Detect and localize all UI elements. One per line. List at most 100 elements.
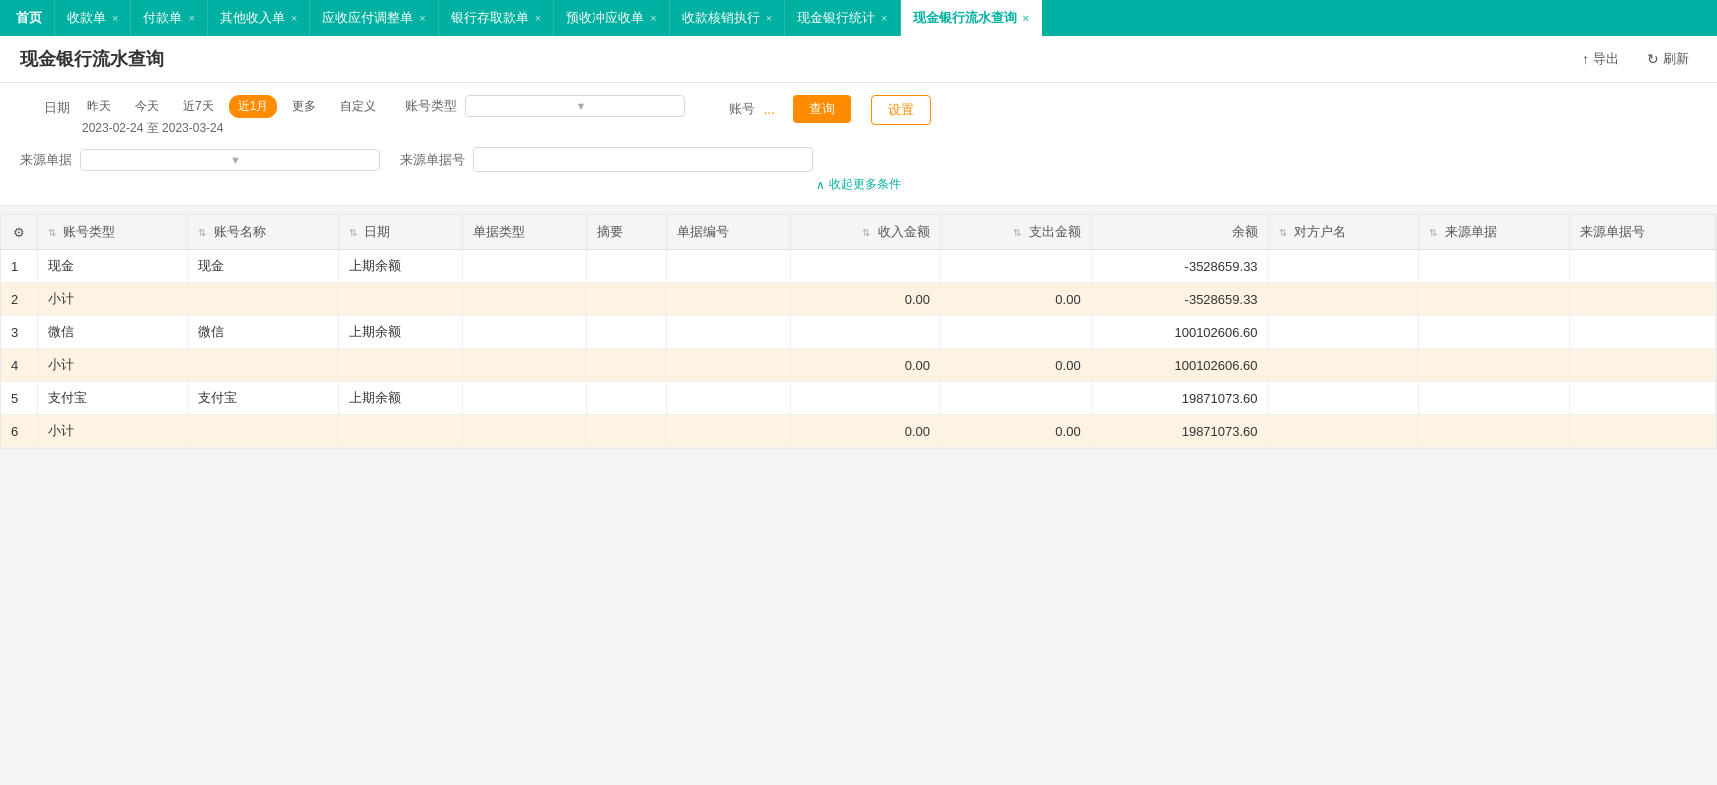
col-account-type[interactable]: ⇅ 账号类型 (37, 215, 188, 250)
cell-source-doc-no (1569, 415, 1715, 448)
data-table: ⚙ ⇅ 账号类型 ⇅ 账号名称 ⇅ 日期 单据类型 摘要 (1, 215, 1716, 448)
cell-income: 0.00 (790, 349, 941, 382)
nav-tab-writeoff-close[interactable]: × (766, 12, 772, 24)
sort-arrows-expense: ⇅ (1013, 227, 1021, 238)
nav-tab-receipt-close[interactable]: × (112, 12, 118, 24)
top-navigation: 首页 收款单 × 付款单 × 其他收入单 × 应收应付调整单 × 银行存取款单 … (0, 0, 1717, 36)
account-type-select[interactable]: ▼ (465, 95, 685, 117)
account-ellipsis-button[interactable]: ... (763, 101, 775, 117)
nav-tab-flow-query[interactable]: 现金银行流水查询 × (901, 0, 1042, 36)
collapse-bar[interactable]: ∧ 收起更多条件 (20, 172, 1697, 193)
col-income-label: 收入金额 (878, 224, 930, 239)
col-source-doc-label: 来源单据 (1445, 224, 1497, 239)
date-btn-more[interactable]: 更多 (283, 95, 325, 118)
nav-tab-other-income-label: 其他收入单 (220, 9, 285, 27)
nav-tab-bank-deposit-label: 银行存取款单 (451, 9, 529, 27)
cell-summary (586, 316, 666, 349)
table-row[interactable]: 1 现金 现金 上期余额 -3528659.33 (1, 250, 1716, 283)
source-doc-select[interactable]: ▼ (80, 149, 380, 171)
date-btn-custom[interactable]: 自定义 (331, 95, 385, 118)
cell-account-name (188, 283, 339, 316)
cell-date: 上期余额 (338, 382, 462, 415)
cell-account-name (188, 349, 339, 382)
refresh-button[interactable]: ↻ 刷新 (1639, 46, 1697, 72)
account-type-label: 账号类型 (405, 97, 457, 115)
cell-row-num: 1 (1, 250, 37, 283)
nav-tab-statistics[interactable]: 现金银行统计 × (785, 0, 900, 36)
export-icon: ↑ (1582, 51, 1589, 67)
cell-summary (586, 415, 666, 448)
cell-income: 0.00 (790, 415, 941, 448)
sort-arrows-account-type: ⇅ (48, 227, 56, 238)
nav-tab-other-income-close[interactable]: × (291, 12, 297, 24)
source-doc-label: 来源单据 (20, 151, 72, 169)
export-button[interactable]: ↑ 导出 (1574, 46, 1627, 72)
nav-tab-writeoff[interactable]: 收款核销执行 × (670, 0, 785, 36)
col-doc-type[interactable]: 单据类型 (462, 215, 586, 250)
source-doc-no-label: 来源单据号 (400, 151, 465, 169)
col-account-name[interactable]: ⇅ 账号名称 (188, 215, 339, 250)
nav-tab-pre-collect-close[interactable]: × (650, 12, 656, 24)
cell-counterpart (1268, 415, 1419, 448)
table-body: 1 现金 现金 上期余额 -3528659.33 2 小计 0.00 0.00 … (1, 250, 1716, 448)
date-btn-today[interactable]: 今天 (126, 95, 168, 118)
date-btn-7days[interactable]: 近7天 (174, 95, 223, 118)
settings-button[interactable]: 设置 (871, 95, 931, 125)
gear-icon: ⚙ (13, 225, 25, 240)
source-doc-no-field[interactable] (484, 152, 802, 167)
date-btn-1month[interactable]: 近1月 (229, 95, 278, 118)
cell-expense (941, 316, 1092, 349)
nav-tab-payment[interactable]: 付款单 × (131, 0, 207, 36)
sort-arrows-income: ⇅ (862, 227, 870, 238)
table-row[interactable]: 2 小计 0.00 0.00 -3528659.33 (1, 283, 1716, 316)
nav-tab-pre-collect[interactable]: 预收冲应收单 × (554, 0, 669, 36)
table-row[interactable]: 4 小计 0.00 0.00 100102606.60 (1, 349, 1716, 382)
cell-account-name: 现金 (188, 250, 339, 283)
col-balance[interactable]: 余额 (1091, 215, 1268, 250)
nav-tab-receipt[interactable]: 收款单 × (55, 0, 131, 36)
col-account-name-label: 账号名称 (214, 224, 266, 239)
account-label: 账号 (705, 100, 755, 118)
query-button[interactable]: 查询 (793, 95, 851, 123)
col-summary-label: 摘要 (597, 224, 623, 239)
nav-tab-bank-deposit-close[interactable]: × (535, 12, 541, 24)
nav-tab-bank-deposit[interactable]: 银行存取款单 × (439, 0, 554, 36)
col-account-type-label: 账号类型 (63, 224, 115, 239)
col-gear[interactable]: ⚙ (1, 215, 37, 250)
col-balance-label: 余额 (1232, 224, 1258, 239)
table-row[interactable]: 3 微信 微信 上期余额 100102606.60 (1, 316, 1716, 349)
table-row[interactable]: 6 小计 0.00 0.00 19871073.60 (1, 415, 1716, 448)
col-summary[interactable]: 摘要 (586, 215, 666, 250)
table-row[interactable]: 5 支付宝 支付宝 上期余额 19871073.60 (1, 382, 1716, 415)
col-source-doc[interactable]: ⇅ 来源单据 (1419, 215, 1570, 250)
col-income[interactable]: ⇅ 收入金额 (790, 215, 941, 250)
cell-date: 上期余额 (338, 250, 462, 283)
cell-expense: 0.00 (941, 283, 1092, 316)
cell-source-doc (1419, 250, 1570, 283)
col-expense-label: 支出金额 (1029, 224, 1081, 239)
col-expense[interactable]: ⇅ 支出金额 (941, 215, 1092, 250)
nav-tab-flow-query-close[interactable]: × (1023, 12, 1029, 24)
nav-tab-payment-label: 付款单 (143, 9, 182, 27)
cell-doc-no (666, 349, 790, 382)
filter-area: 日期 昨天 今天 近7天 近1月 更多 自定义 2023-02-24 至 202… (0, 83, 1717, 206)
nav-tab-home[interactable]: 首页 (4, 0, 55, 36)
source-doc-no-input[interactable] (473, 147, 813, 172)
nav-tab-payment-close[interactable]: × (188, 12, 194, 24)
nav-tab-other-income[interactable]: 其他收入单 × (208, 0, 310, 36)
cell-balance: -3528659.33 (1091, 250, 1268, 283)
cell-income (790, 316, 941, 349)
cell-date (338, 283, 462, 316)
col-doc-no[interactable]: 单据编号 (666, 215, 790, 250)
cell-row-num: 2 (1, 283, 37, 316)
nav-tab-adjust-close[interactable]: × (419, 12, 425, 24)
col-counterpart[interactable]: ⇅ 对方户名 (1268, 215, 1419, 250)
cell-counterpart (1268, 250, 1419, 283)
col-doc-type-label: 单据类型 (473, 224, 525, 239)
col-source-doc-no[interactable]: 来源单据号 (1569, 215, 1715, 250)
date-btn-yesterday[interactable]: 昨天 (78, 95, 120, 118)
nav-tab-statistics-close[interactable]: × (881, 12, 887, 24)
nav-tab-adjust[interactable]: 应收应付调整单 × (310, 0, 438, 36)
cell-source-doc-no (1569, 382, 1715, 415)
col-date[interactable]: ⇅ 日期 (338, 215, 462, 250)
